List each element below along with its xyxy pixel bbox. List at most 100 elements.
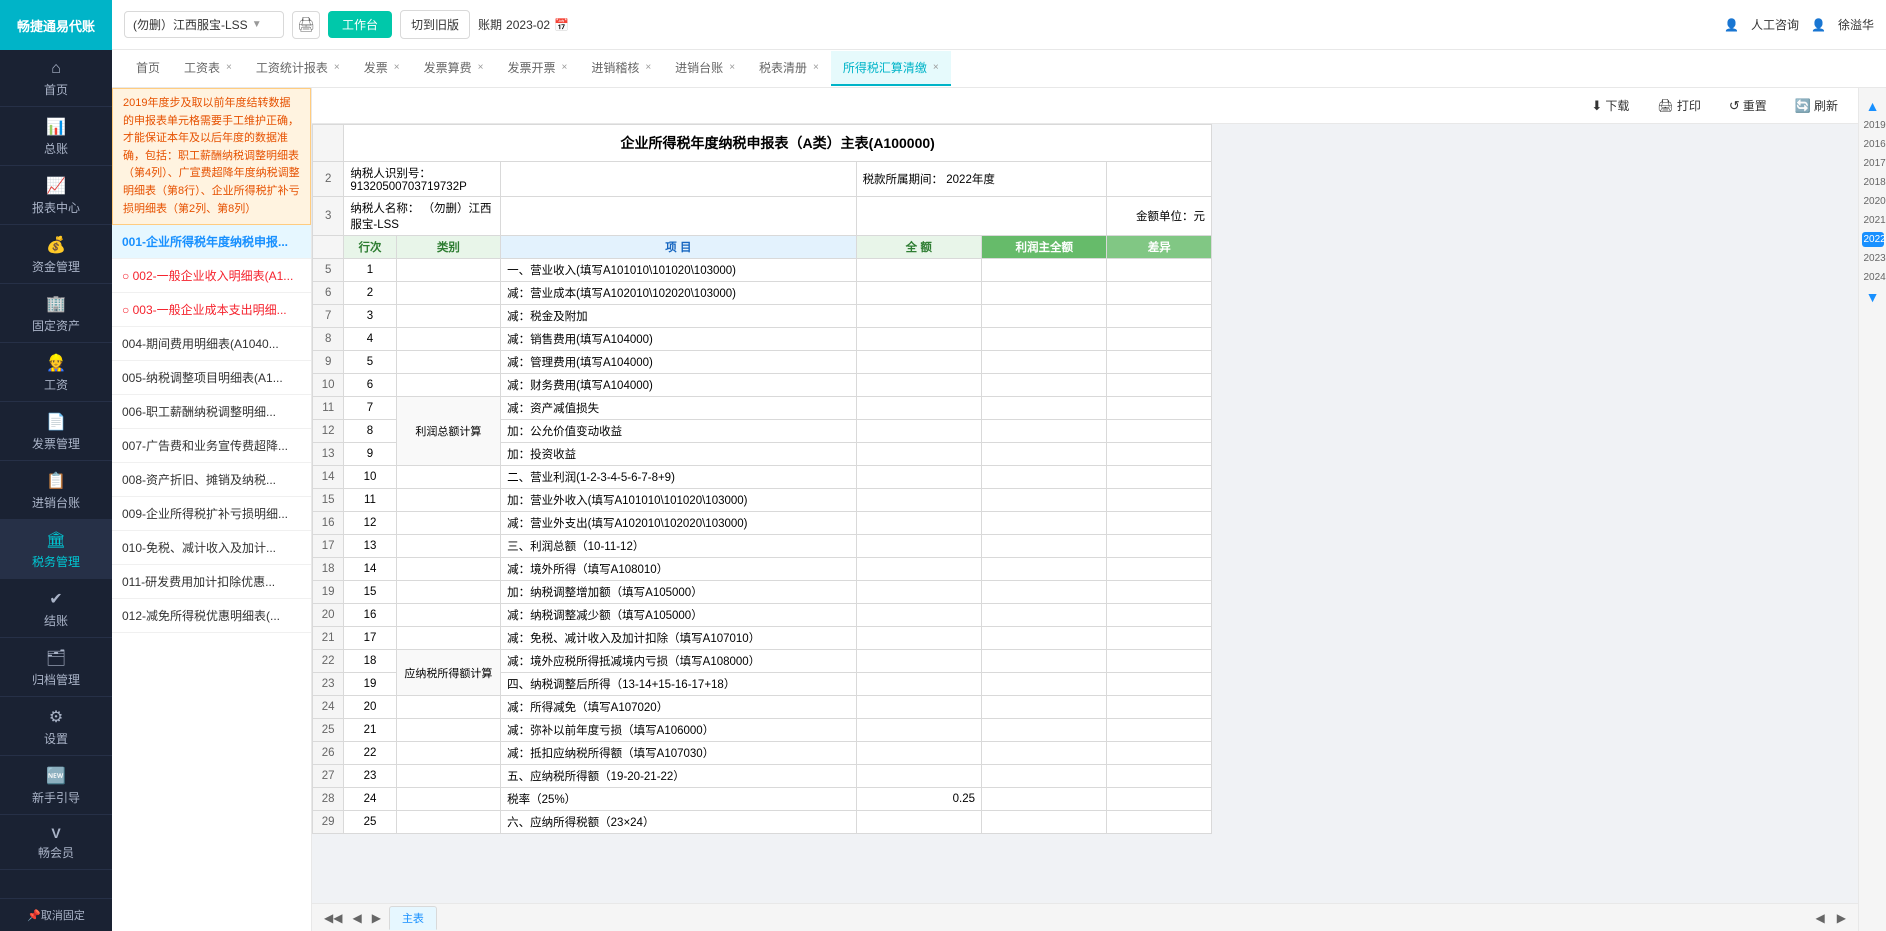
table-row: 21 17 减：免税、减计收入及加计扣除（填写A107010） — [313, 627, 1212, 650]
menu-item-004[interactable]: 004-期间费用明细表(A1040... — [112, 327, 311, 361]
menu-item-009[interactable]: 009-企业所得税扩补亏损明细... — [112, 497, 311, 531]
menu-item-003[interactable]: 003-一般企业成本支出明细... — [112, 293, 311, 327]
sidebar-item-label: 进销台账 — [32, 494, 80, 511]
tab-sales-ledger[interactable]: 进销台账 × — [663, 51, 747, 86]
menu-item-001[interactable]: 001-企业所得税年度纳税申报... — [112, 225, 311, 259]
timeline-year-2023[interactable]: 2023 — [1862, 251, 1884, 266]
topbar-right: 👤 人工咨询 👤 徐溢华 — [1724, 16, 1874, 33]
workbench-button[interactable]: 工作台 — [328, 11, 392, 38]
switch-old-button[interactable]: 切到旧版 — [400, 10, 470, 39]
table-row: 16 12 减：营业外支出(填写A102010\102020\103000) — [313, 512, 1212, 535]
scroll-left-btn[interactable]: ◀ — [1812, 909, 1829, 927]
newguide-icon: 🆕 — [46, 766, 66, 786]
sidebar-item-home[interactable]: ⌂ 首页 — [0, 50, 112, 107]
tab-salary-label: 工资表 — [184, 59, 220, 76]
timeline-year-2021[interactable]: 2021 — [1862, 213, 1884, 228]
sidebar-item-settings[interactable]: ⚙ 设置 — [0, 697, 112, 756]
sidebar-item-sales[interactable]: 📋 进销台账 — [0, 461, 112, 520]
tab-sales-check-close[interactable]: × — [645, 62, 651, 73]
sidebar-item-ledger[interactable]: 📊 总账 — [0, 107, 112, 166]
menu-item-006[interactable]: 006-职工薪酬纳税调整明细... — [112, 395, 311, 429]
sidebar-item-salary[interactable]: 👷 工资 — [0, 343, 112, 402]
timeline-year-2024[interactable]: 2024 — [1862, 270, 1884, 285]
tab-tax-calc[interactable]: 所得税汇算清缴 × — [831, 51, 951, 86]
reset-button[interactable]: ↺ 重置 — [1721, 94, 1775, 117]
download-button[interactable]: ⬇ 下载 — [1583, 94, 1637, 117]
timeline-up-arrow[interactable]: ▲ — [1866, 98, 1880, 114]
sidebar-item-tax[interactable]: 🏛 税务管理 — [0, 520, 112, 579]
menu-item-005[interactable]: 005-纳税调整项目明细表(A1... — [112, 361, 311, 395]
sidebar-item-member[interactable]: V 畅会员 — [0, 815, 112, 870]
col-header-seq: 行次 — [344, 236, 396, 259]
table-row: 9 5 减：管理费用(填写A104000) — [313, 351, 1212, 374]
tab-invoice[interactable]: 发票 × — [352, 51, 412, 86]
bottom-tab-main[interactable]: 主表 — [389, 906, 437, 930]
menu-item-010[interactable]: 010-免税、减计收入及加计... — [112, 531, 311, 565]
table-row: 24 20 减：所得减免（填写A107020） — [313, 696, 1212, 719]
tab-invoice-close[interactable]: × — [394, 62, 400, 73]
tab-invoice-fee[interactable]: 发票算费 × — [412, 51, 496, 86]
timeline-year-2022[interactable]: 2022 — [1862, 232, 1884, 247]
tab-sales-ledger-close[interactable]: × — [729, 62, 735, 73]
tab-invoice-fee-close[interactable]: × — [478, 62, 484, 73]
nav-prev-arrow[interactable]: ◀ — [348, 909, 365, 927]
download-icon: ⬇ — [1591, 98, 1602, 114]
menu-item-008[interactable]: 008-资产折旧、摊销及纳税... — [112, 463, 311, 497]
sidebar-item-reports[interactable]: 📈 报表中心 — [0, 166, 112, 225]
pin-icon: 📌 — [27, 909, 41, 922]
tab-tax-list-close[interactable]: × — [813, 62, 819, 73]
timeline-year-2020[interactable]: 2020 — [1862, 194, 1884, 209]
sidebar-item-invoice[interactable]: 📄 发票管理 — [0, 402, 112, 461]
tab-invoice-open[interactable]: 发票开票 × — [495, 51, 579, 86]
timeline-year-2018[interactable]: 2018 — [1862, 175, 1884, 190]
timeline-year-2017[interactable]: 2017 — [1862, 156, 1884, 171]
sidebar-item-settle[interactable]: ✔ 结账 — [0, 579, 112, 638]
tab-salary-close[interactable]: × — [226, 62, 232, 73]
menu-item-002[interactable]: 002-一般企业收入明细表(A1... — [112, 259, 311, 293]
tax-rate-value[interactable]: 0.25 — [856, 788, 981, 811]
tab-invoice-fee-label: 发票算费 — [424, 59, 472, 76]
company-selector[interactable]: (勿删）江西服宝-LSS ▼ — [124, 11, 284, 38]
sidebar-item-archive[interactable]: 🗂 归档管理 — [0, 638, 112, 697]
sidebar-item-newguide[interactable]: 🆕 新手引导 — [0, 756, 112, 815]
timeline-down-arrow[interactable]: ▼ — [1866, 289, 1880, 305]
menu-item-007[interactable]: 007-广告费和业务宣传费超降... — [112, 429, 311, 463]
table-row: 19 15 加：纳税调整增加额（填写A105000） — [313, 581, 1212, 604]
scroll-right-btn[interactable]: ▶ — [1833, 909, 1850, 927]
tab-tax-calc-close[interactable]: × — [933, 62, 939, 73]
tab-salary-stats[interactable]: 工资统计报表 × — [244, 51, 352, 86]
table-row: 25 21 减：弥补以前年度亏损（填写A106000） — [313, 719, 1212, 742]
sidebar-item-assets[interactable]: 🏢 固定资产 — [0, 284, 112, 343]
tab-tax-list[interactable]: 税表清册 × — [747, 51, 831, 86]
menu-item-011[interactable]: 011-研发费用加计扣除优惠... — [112, 565, 311, 599]
table-row: 29 25 六、应纳所得税额（23×24） — [313, 811, 1212, 834]
nav-first-arrow[interactable]: ◀◀ — [320, 909, 346, 927]
period-label: 账期 — [478, 16, 502, 33]
tab-sales-check[interactable]: 进销稽核 × — [579, 51, 663, 86]
settings-icon: ⚙ — [49, 707, 63, 727]
print-icon-btn[interactable]: 🖨 — [292, 11, 320, 39]
timeline-year-2019[interactable]: 2019 — [1862, 118, 1884, 133]
menu-item-012[interactable]: 012-减免所得税优惠明细表(... — [112, 599, 311, 633]
print-button[interactable]: 🖨 打印 — [1649, 94, 1709, 117]
table-row: 17 13 三、利润总额（10-11-12） — [313, 535, 1212, 558]
tab-salary[interactable]: 工资表 × — [172, 51, 244, 86]
user-service-label[interactable]: 人工咨询 — [1751, 16, 1799, 33]
sidebar-item-label: 报表中心 — [32, 199, 80, 216]
table-scroll[interactable]: 企业所得税年度纳税申报表（A类）主表(A100000) 2 纳税人识别号： 91… — [312, 124, 1858, 903]
topbar: (勿删）江西服宝-LSS ▼ 🖨 工作台 切到旧版 账期 2023-02 📅 👤… — [112, 0, 1886, 50]
timeline-year-2016[interactable]: 2016 — [1862, 137, 1884, 152]
nav-next-arrow[interactable]: ▶ — [368, 909, 385, 927]
sales-icon: 📋 — [46, 471, 66, 491]
row-num-2: 2 — [313, 162, 344, 197]
sidebar-item-label: 首页 — [44, 81, 68, 98]
tab-salary-stats-close[interactable]: × — [334, 62, 340, 73]
table-row: 18 14 减：境外所得（填写A108010） — [313, 558, 1212, 581]
tab-home[interactable]: 首页 — [124, 51, 172, 86]
table-row: 28 24 税率（25%） 0.25 — [313, 788, 1212, 811]
tab-invoice-open-close[interactable]: × — [561, 62, 567, 73]
refresh-button[interactable]: 🔄 刷新 — [1787, 94, 1846, 117]
archive-icon: 🗂 — [46, 648, 66, 668]
sidebar-item-capital[interactable]: 💰 资金管理 — [0, 225, 112, 284]
cancel-pin-btn[interactable]: 📌 取消固定 — [0, 898, 112, 931]
